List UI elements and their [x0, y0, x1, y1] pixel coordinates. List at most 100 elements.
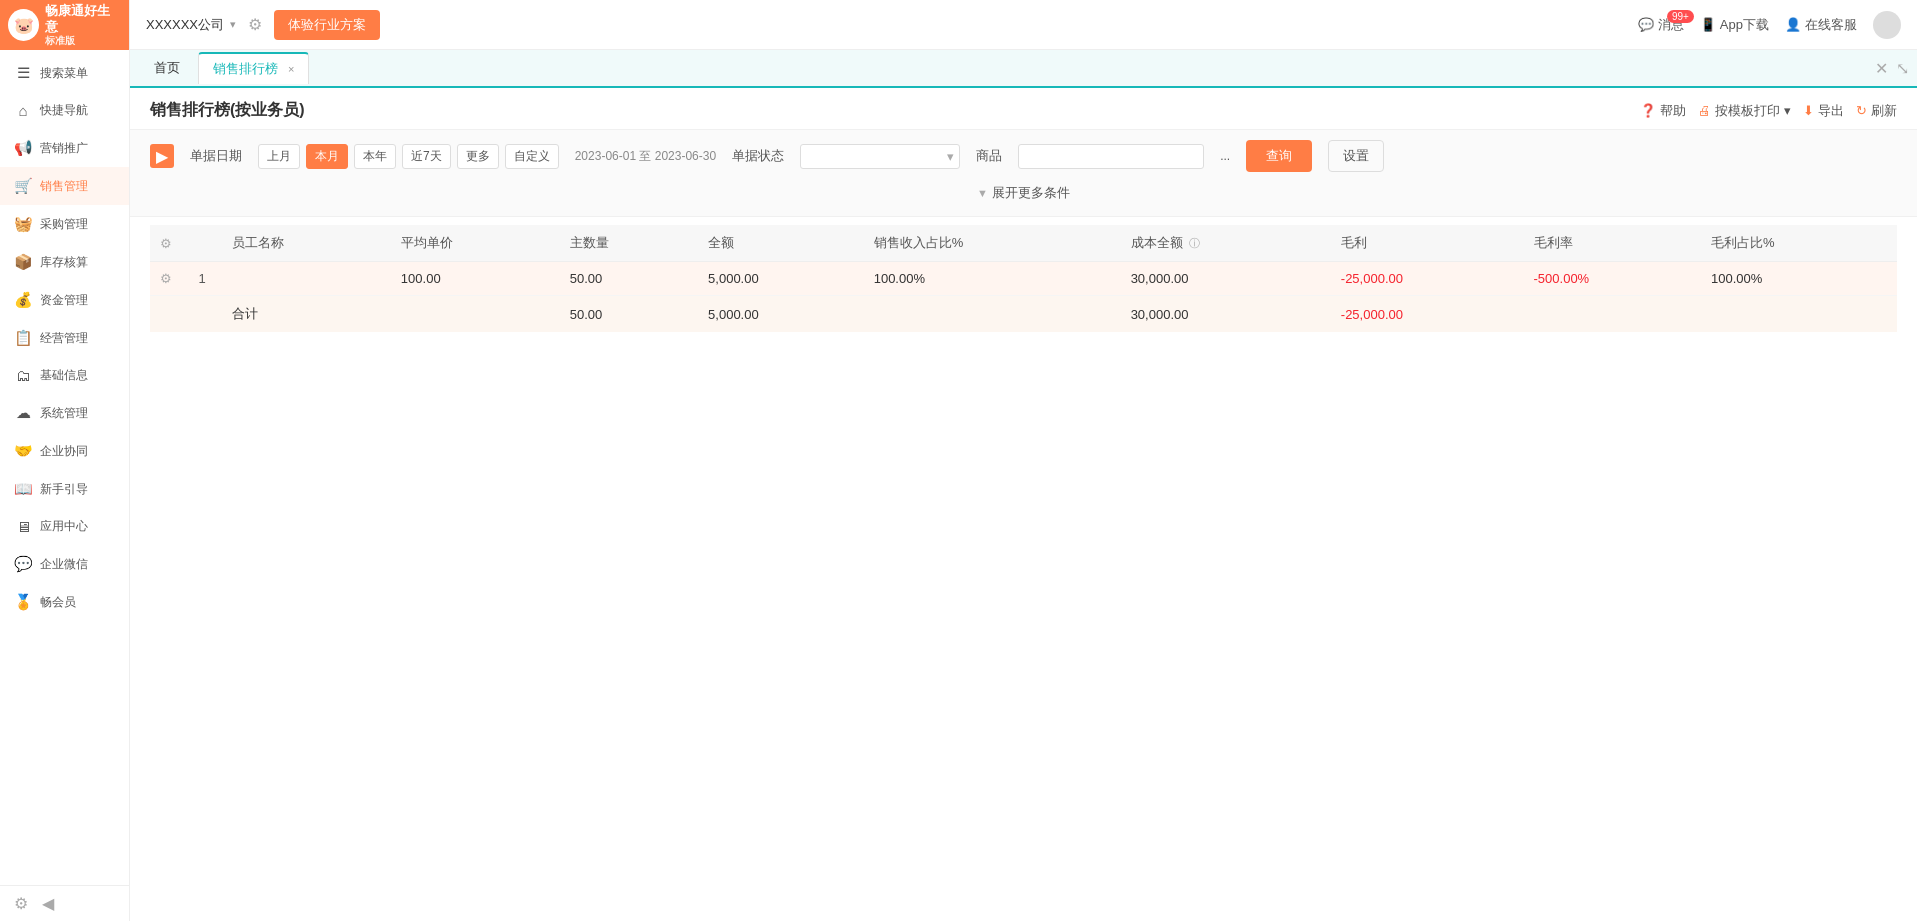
sidebar-item-search[interactable]: ☰ 搜索菜单 — [0, 54, 129, 92]
content-area: 销售排行榜(按业务员) ❓ 帮助 🖨 按模板打印 ▾ ⬇ 导出 ↻ 刷新 — [130, 88, 1917, 921]
company-select[interactable]: XXXXXX公司 ▾ — [146, 16, 236, 34]
col-profit-rate: 毛利率 — [1524, 225, 1701, 262]
sidebar-item-apps[interactable]: 🖥 应用中心 — [0, 508, 129, 545]
col-rank — [182, 225, 222, 262]
app-download-item[interactable]: 📱 App下载 — [1700, 16, 1769, 34]
col-sales-pct: 销售收入占比% — [864, 225, 1121, 262]
footer-profit-rate — [1524, 296, 1701, 333]
settings-button[interactable]: 设置 — [1328, 140, 1384, 172]
sidebar-label-member: 畅会员 — [40, 594, 76, 611]
row-cost: 30,000.00 — [1121, 262, 1331, 296]
sidebar-icon-marketing: 📢 — [14, 139, 32, 157]
sidebar-item-guide[interactable]: 📖 新手引导 — [0, 470, 129, 508]
footer-cost: 30,000.00 — [1121, 296, 1331, 333]
page-actions: ❓ 帮助 🖨 按模板打印 ▾ ⬇ 导出 ↻ 刷新 — [1640, 102, 1897, 120]
page-title: 销售排行榜(按业务员) — [150, 100, 305, 121]
query-button[interactable]: 查询 — [1246, 140, 1312, 172]
date-btn-prev[interactable]: 上月 — [258, 144, 300, 169]
filter-toggle-btn[interactable]: ▶ — [150, 144, 174, 168]
sidebar-item-member[interactable]: 🏅 畅会员 — [0, 583, 129, 621]
table-row: ⚙ 1 100.00 50.00 5,000.00 100.00% 30,000… — [150, 262, 1897, 296]
sidebar-footer: ⚙ ◀ — [0, 885, 129, 921]
expand-more-button[interactable]: ▼ 展开更多条件 — [977, 180, 1070, 206]
sidebar-label-inventory: 库存核算 — [40, 254, 88, 271]
app-download-icon: 📱 — [1700, 17, 1716, 32]
status-select[interactable] — [800, 144, 960, 169]
print-button[interactable]: 🖨 按模板打印 ▾ — [1698, 102, 1791, 120]
expand-row: ▼ 展开更多条件 — [150, 180, 1897, 206]
sidebar-icon-system: ☁ — [14, 404, 32, 422]
row-profit-rate: -500.00% — [1524, 262, 1701, 296]
sidebar-item-inventory[interactable]: 📦 库存核算 — [0, 243, 129, 281]
sidebar-item-quick-nav[interactable]: ⌂ 快捷导航 — [0, 92, 129, 129]
tab-close-window-icon[interactable]: ✕ — [1875, 59, 1888, 78]
sidebar-logo: 🐷 畅康通好生意 标准版 — [0, 0, 129, 50]
company-chevron-icon: ▾ — [230, 18, 236, 31]
row-settings[interactable]: ⚙ — [150, 262, 182, 296]
col-cost: 成本全额 ⓘ — [1121, 225, 1331, 262]
help-button[interactable]: ❓ 帮助 — [1640, 102, 1686, 120]
row-avg-price: 100.00 — [391, 262, 560, 296]
filter-row-1: ▶ 单据日期 上月 本月 本年 近7天 更多 自定义 2023-06-01 至 … — [150, 140, 1897, 172]
collapse-sidebar-icon[interactable]: ◀ — [42, 894, 54, 913]
logo-title: 畅康通好生意 — [45, 3, 121, 34]
print-icon: 🖨 — [1698, 103, 1711, 118]
sidebar-item-basic-info[interactable]: 🗂 基础信息 — [0, 357, 129, 394]
rankings-table: ⚙ 员工名称 平均单价 主数量 全额 销售收入占比% 成本全额 ⓘ 毛利 毛利率… — [150, 225, 1897, 332]
sidebar-icon-wechat: 💬 — [14, 555, 32, 573]
app-download-label: App下载 — [1720, 16, 1769, 34]
sidebar-item-system[interactable]: ☁ 系统管理 — [0, 394, 129, 432]
sidebar-item-wechat[interactable]: 💬 企业微信 — [0, 545, 129, 583]
sidebar-icon-basic-info: 🗂 — [14, 367, 32, 384]
settings-footer-icon[interactable]: ⚙ — [14, 894, 28, 913]
sidebar-item-operations[interactable]: 📋 经营管理 — [0, 319, 129, 357]
table-header-row: ⚙ 员工名称 平均单价 主数量 全额 销售收入占比% 成本全额 ⓘ 毛利 毛利率… — [150, 225, 1897, 262]
footer-avg-price — [391, 296, 560, 333]
tab-close-icon[interactable]: × — [288, 63, 294, 75]
topbar-gear-button[interactable]: ⚙ — [248, 15, 262, 34]
refresh-button[interactable]: ↻ 刷新 — [1856, 102, 1897, 120]
date-btn-cur[interactable]: 本月 — [306, 144, 348, 169]
sidebar-item-finance[interactable]: 💰 资金管理 — [0, 281, 129, 319]
tab-label: 销售排行榜 — [213, 60, 278, 78]
sidebar-item-marketing[interactable]: 📢 营销推广 — [0, 129, 129, 167]
date-btn-7[interactable]: 近7天 — [402, 144, 451, 169]
export-button[interactable]: ⬇ 导出 — [1803, 102, 1844, 120]
trial-button[interactable]: 体验行业方案 — [274, 10, 380, 40]
goods-more-btn[interactable]: ... — [1220, 149, 1230, 163]
print-label: 按模板打印 — [1715, 102, 1780, 120]
sidebar-icon-quick-nav: ⌂ — [14, 102, 32, 119]
cost-info-icon[interactable]: ⓘ — [1189, 237, 1200, 249]
tab-restore-icon[interactable]: ⤡ — [1896, 59, 1909, 78]
footer-sales-pct — [864, 296, 1121, 333]
message-icon: 💬 — [1638, 17, 1654, 32]
online-service-item[interactable]: 👤 在线客服 — [1785, 16, 1857, 34]
status-label: 单据状态 — [732, 147, 784, 165]
message-item[interactable]: 💬 消息 99+ — [1638, 16, 1684, 34]
sidebar-label-collab: 企业协同 — [40, 443, 88, 460]
topbar-right: 💬 消息 99+ 📱 App下载 👤 在线客服 — [1638, 11, 1901, 39]
tab-home[interactable]: 首页 — [138, 51, 196, 85]
sidebar-item-sales[interactable]: 🛒 销售管理 — [0, 167, 129, 205]
footer-amount: 5,000.00 — [698, 296, 864, 333]
footer-profit-pct — [1701, 296, 1897, 333]
tab-sales-ranking[interactable]: 销售排行榜 × — [198, 52, 309, 84]
date-btn-year[interactable]: 本年 — [354, 144, 396, 169]
sidebar-item-collab[interactable]: 🤝 企业协同 — [0, 432, 129, 470]
tabbar-right: ✕ ⤡ — [1875, 59, 1909, 78]
expand-chevron-icon: ▼ — [977, 187, 988, 199]
online-service-icon: 👤 — [1785, 17, 1801, 32]
col-settings[interactable]: ⚙ — [150, 225, 182, 262]
goods-input[interactable] — [1018, 144, 1204, 169]
sidebar-item-purchase[interactable]: 🧺 采购管理 — [0, 205, 129, 243]
date-btn-custom[interactable]: 自定义 — [505, 144, 559, 169]
col-profit-pct: 毛利占比% — [1701, 225, 1897, 262]
date-btn-more[interactable]: 更多 — [457, 144, 499, 169]
col-profit: 毛利 — [1331, 225, 1524, 262]
export-label: 导出 — [1818, 102, 1844, 120]
user-avatar[interactable] — [1873, 11, 1901, 39]
sidebar-label-search: 搜索菜单 — [40, 65, 88, 82]
help-icon: ❓ — [1640, 103, 1656, 118]
company-name: XXXXXX公司 — [146, 16, 224, 34]
sidebar-icon-finance: 💰 — [14, 291, 32, 309]
